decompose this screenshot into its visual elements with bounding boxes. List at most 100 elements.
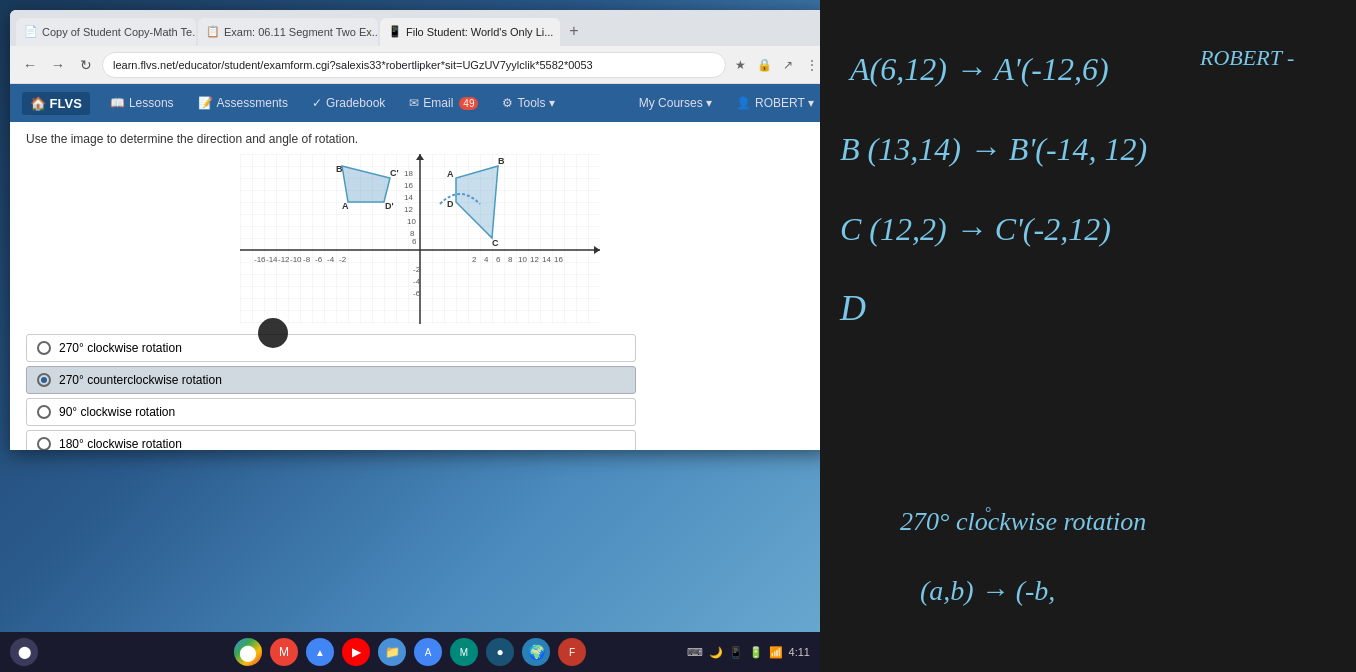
svg-text:-16: -16 (254, 255, 266, 264)
svg-text:12: 12 (530, 255, 539, 264)
option-4[interactable]: 180° clockwise rotation (26, 430, 636, 450)
svg-text:°: ° (985, 504, 991, 521)
cursor-dot (258, 318, 288, 348)
tab-1-favicon: 📄 (24, 25, 38, 39)
notes-section: A(6,12) → A'(-12,6) B (13,14) → B'(-14, … (820, 0, 1356, 672)
new-tab-button[interactable]: + (562, 19, 586, 43)
svg-text:14: 14 (404, 193, 413, 202)
back-button[interactable]: ← (18, 53, 42, 77)
handwritten-notes-svg: A(6,12) → A'(-12,6) B (13,14) → B'(-14, … (820, 0, 1356, 672)
option-3[interactable]: 90° clockwise rotation (26, 398, 636, 426)
svg-text:-2: -2 (413, 265, 421, 274)
svg-text:6: 6 (412, 237, 417, 246)
svg-text:A: A (447, 169, 454, 179)
svg-text:C': C' (390, 168, 399, 178)
chrome-icon[interactable]: ⬤ (234, 638, 262, 666)
svg-text:D: D (839, 288, 866, 328)
svg-text:4: 4 (484, 255, 489, 264)
svg-text:-6: -6 (413, 289, 421, 298)
forward-button[interactable]: → (46, 53, 70, 77)
svg-text:16: 16 (554, 255, 563, 264)
browser-frame: 📄 Copy of Student Copy-Math Te... × 📋 Ex… (10, 10, 830, 450)
nav-assessments[interactable]: 📝 Assessments (194, 96, 292, 110)
reload-button[interactable]: ↻ (74, 53, 98, 77)
lessons-label: Lessons (129, 96, 174, 110)
gradebook-icon: ✓ (312, 96, 322, 110)
address-input[interactable] (102, 52, 726, 78)
website-content: 🏠 FLVS 📖 Lessons 📝 Assessments ✓ Gradebo… (10, 84, 830, 450)
tab-3[interactable]: 📱 Filo Student: World's Only Li... × (380, 18, 560, 46)
svg-text:-10: -10 (290, 255, 302, 264)
youtube-icon[interactable]: ▶ (342, 638, 370, 666)
svg-text:C: C (492, 238, 499, 248)
flvs-logo[interactable]: 🏠 FLVS (22, 92, 90, 115)
bookmark-star-icon[interactable]: ★ (730, 55, 750, 75)
tab-3-label: Filo Student: World's Only Li... (406, 26, 553, 38)
options-container: 270° clockwise rotation 270° countercloc… (26, 334, 814, 450)
tab-2-label: Exam: 06.11 Segment Two Ex... (224, 26, 378, 38)
flvs-nav: 🏠 FLVS 📖 Lessons 📝 Assessments ✓ Gradebo… (10, 84, 830, 122)
svg-text:12: 12 (404, 205, 413, 214)
email-badge: 49 (459, 97, 478, 110)
nav-lessons[interactable]: 📖 Lessons (106, 96, 178, 110)
user-icon: 👤 (736, 96, 751, 110)
lessons-icon: 📖 (110, 96, 125, 110)
svg-text:B: B (336, 164, 343, 174)
nav-tools[interactable]: ⚙ Tools ▾ (498, 96, 558, 110)
tab-1[interactable]: 📄 Copy of Student Copy-Math Te... × (16, 18, 196, 46)
svg-text:14: 14 (542, 255, 551, 264)
svg-text:-12: -12 (278, 255, 290, 264)
svg-text:A(6,12) → A'(-12,6): A(6,12) → A'(-12,6) (848, 51, 1109, 87)
option-3-label: 90° clockwise rotation (59, 405, 175, 419)
svg-text:10: 10 (518, 255, 527, 264)
svg-text:-6: -6 (315, 255, 323, 264)
taskbar-right: ⌨ 🌙 📱 🔋 📶 4:11 (687, 646, 810, 659)
svg-text:8: 8 (508, 255, 513, 264)
option-4-radio[interactable] (37, 437, 51, 450)
menu-icon[interactable]: ⋮ (802, 55, 822, 75)
files-icon[interactable]: 📁 (378, 638, 406, 666)
svg-text:18: 18 (404, 169, 413, 178)
phone-icon: 📱 (729, 646, 743, 659)
option-3-radio[interactable] (37, 405, 51, 419)
docs-icon[interactable]: A (414, 638, 442, 666)
tab-3-favicon: 📱 (388, 25, 402, 39)
nav-gradebook[interactable]: ✓ Gradebook (308, 96, 389, 110)
drive-icon[interactable]: ▲ (306, 638, 334, 666)
my-courses-menu[interactable]: My Courses ▾ (635, 96, 716, 110)
robert-label: ROBERT ▾ (755, 96, 814, 110)
option-1[interactable]: 270° clockwise rotation (26, 334, 636, 362)
svg-text:B: B (498, 156, 505, 166)
graph-container: -16 -14 -12 -10 -8 -6 -4 -2 2 4 6 8 10 1… (26, 154, 814, 324)
moon-icon: 🌙 (709, 646, 723, 659)
svg-text:B  (13,14) → B'(-14, 12): B (13,14) → B'(-14, 12) (840, 131, 1147, 167)
nav-email[interactable]: ✉ Email 49 (405, 96, 482, 110)
robert-menu[interactable]: 👤 ROBERT ▾ (732, 96, 818, 110)
tab-2-favicon: 📋 (206, 25, 220, 39)
taskbar: ⬤ ⬤ M ▲ ▶ 📁 A M ● 🌍 F ⌨ 🌙 📱 🔋 📶 4:11 (0, 632, 820, 672)
tab-3-close[interactable]: × (557, 25, 560, 39)
svg-text:C  (12,2) → C'(-2,12): C (12,2) → C'(-2,12) (840, 211, 1111, 247)
gmail-icon[interactable]: M (270, 638, 298, 666)
tools-label: Tools ▾ (517, 96, 554, 110)
option-1-radio[interactable] (37, 341, 51, 355)
earth-icon[interactable]: 🌍 (522, 638, 550, 666)
share-icon[interactable]: ↗ (778, 55, 798, 75)
tools-icon: ⚙ (502, 96, 513, 110)
taskbar-left: ⬤ (10, 638, 38, 666)
svg-text:2: 2 (472, 255, 477, 264)
home-button[interactable]: ⬤ (10, 638, 38, 666)
tab-2[interactable]: 📋 Exam: 06.11 Segment Two Ex... × (198, 18, 378, 46)
option-2[interactable]: 270° counterclockwise rotation (26, 366, 636, 394)
my-courses-label: My Courses ▾ (639, 96, 712, 110)
filo-icon[interactable]: F (558, 638, 586, 666)
gradebook-label: Gradebook (326, 96, 385, 110)
svg-text:-4: -4 (413, 277, 421, 286)
meet-icon[interactable]: M (450, 638, 478, 666)
wifi-icon: 📶 (769, 646, 783, 659)
assessments-icon: 📝 (198, 96, 213, 110)
option-2-radio[interactable] (37, 373, 51, 387)
email-label: Email (423, 96, 453, 110)
blue-app-icon[interactable]: ● (486, 638, 514, 666)
keyboard-icon: ⌨ (687, 646, 703, 659)
